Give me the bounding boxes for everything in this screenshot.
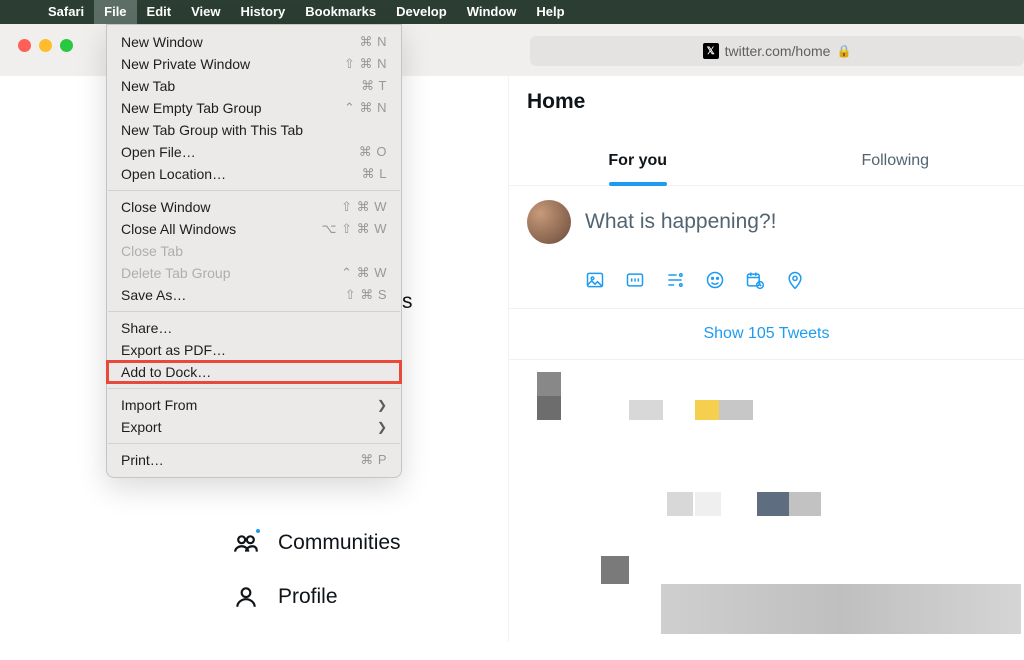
pixel-block [789,492,821,516]
feed-placeholder [509,360,1024,660]
menu-separator [108,311,400,312]
menu-new-private-window[interactable]: New Private Window⇧ ⌘ N [107,53,401,75]
menu-open-location[interactable]: Open Location…⌘ L [107,163,401,185]
macos-menubar: Safari File Edit View History Bookmarks … [0,0,1024,24]
pixel-block [719,400,753,420]
menu-new-window[interactable]: New Window⌘ N [107,31,401,53]
page-title: Home [509,76,1024,138]
menu-new-tab[interactable]: New Tab⌘ T [107,75,401,97]
notification-dot-icon [254,527,262,535]
emoji-icon[interactable] [705,270,725,290]
menu-open-file[interactable]: Open File…⌘ O [107,141,401,163]
sidebar-item-partial: s [402,290,413,314]
pixel-block [661,584,1021,634]
tweet-composer: What is happening?! [509,186,1024,309]
composer-input[interactable]: What is happening?! [585,210,776,234]
menubar-app-name[interactable]: Safari [38,0,94,24]
gif-icon[interactable] [625,270,645,290]
menubar-file[interactable]: File [94,0,136,24]
menu-import-from[interactable]: Import From❯ [107,394,401,416]
composer-toolbar [527,258,1006,302]
main-column: Home For you Following What is happening… [508,76,1024,642]
poll-icon[interactable] [665,270,685,290]
location-icon[interactable] [785,270,805,290]
window-traffic-lights [18,39,73,52]
window-close-button[interactable] [18,39,31,52]
chevron-right-icon: ❯ [377,420,387,434]
communities-icon [232,529,260,557]
lock-icon: 🔒 [836,44,851,58]
menu-print[interactable]: Print…⌘ P [107,449,401,471]
tab-following[interactable]: Following [767,138,1024,185]
sidebar-item-communities[interactable]: Communities [232,516,482,570]
window-maximize-button[interactable] [60,39,73,52]
menubar-history[interactable]: History [231,0,296,24]
pixel-block [629,400,663,420]
pixel-block [601,556,629,584]
menu-export[interactable]: Export❯ [107,416,401,438]
menu-new-tab-group-with-tab[interactable]: New Tab Group with This Tab [107,119,401,141]
menubar-view[interactable]: View [181,0,230,24]
sidebar-item-label: Profile [278,585,338,609]
pixel-block [695,492,721,516]
menu-delete-tab-group: Delete Tab Group⌃ ⌘ W [107,262,401,284]
sidebar-item-profile[interactable]: Profile [232,570,482,624]
sidebar-nav: Communities Profile [232,516,482,624]
menubar-develop[interactable]: Develop [386,0,457,24]
site-favicon-icon: 𝕏 [703,43,719,59]
file-menu-dropdown: New Window⌘ N New Private Window⇧ ⌘ N Ne… [106,24,402,478]
menu-separator [108,443,400,444]
menubar-bookmarks[interactable]: Bookmarks [295,0,386,24]
window-minimize-button[interactable] [39,39,52,52]
pixel-block [537,396,561,420]
pixel-block [537,372,561,396]
menu-separator [108,190,400,191]
menu-close-tab: Close Tab [107,240,401,262]
menu-export-pdf[interactable]: Export as PDF… [107,339,401,361]
pixel-block [757,492,789,516]
address-bar-url: twitter.com/home [725,43,831,59]
menu-close-window[interactable]: Close Window⇧ ⌘ W [107,196,401,218]
profile-icon [232,583,260,611]
menu-add-to-dock[interactable]: Add to Dock… [107,361,401,383]
menu-save-as[interactable]: Save As…⇧ ⌘ S [107,284,401,306]
chevron-right-icon: ❯ [377,398,387,412]
feed-tabs: For you Following [509,138,1024,186]
sidebar-item-label: Communities [278,531,401,555]
user-avatar[interactable] [527,200,571,244]
pixel-block [667,492,693,516]
show-new-tweets-button[interactable]: Show 105 Tweets [509,309,1024,360]
schedule-icon[interactable] [745,270,765,290]
menubar-window[interactable]: Window [457,0,527,24]
menubar-edit[interactable]: Edit [137,0,182,24]
menu-close-all-windows[interactable]: Close All Windows⌥ ⇧ ⌘ W [107,218,401,240]
menu-separator [108,388,400,389]
address-bar[interactable]: 𝕏 twitter.com/home 🔒 [530,36,1024,66]
pixel-block [695,400,719,420]
image-icon[interactable] [585,270,605,290]
tab-for-you[interactable]: For you [509,138,767,185]
menu-new-empty-tab-group[interactable]: New Empty Tab Group⌃ ⌘ N [107,97,401,119]
menubar-help[interactable]: Help [526,0,574,24]
menu-share[interactable]: Share… [107,317,401,339]
